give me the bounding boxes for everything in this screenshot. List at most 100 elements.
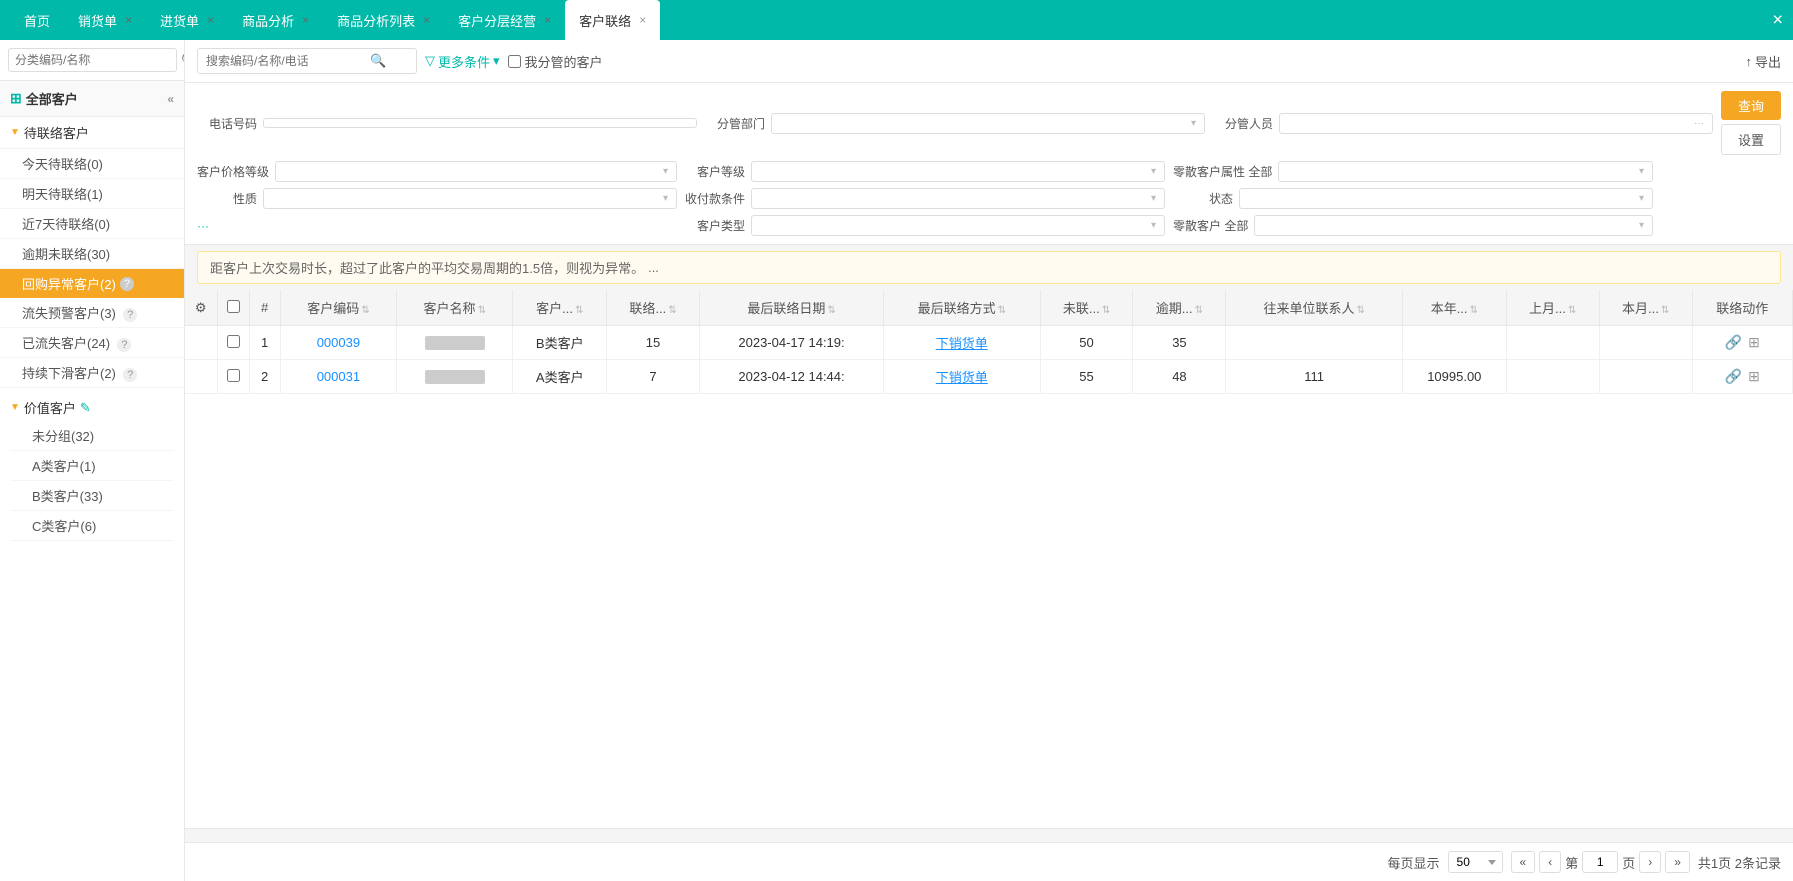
row2-link-icon[interactable]: 🔗 [1725,368,1742,385]
status-select[interactable]: ▾ [1239,188,1653,209]
sidebar-item-tomorrow[interactable]: 明天待联络(1) [0,179,184,209]
my-customers-label: 我分管的客户 [525,52,603,71]
retail-attr-select[interactable]: ▾ [1278,161,1653,182]
row1-code[interactable]: 000039 [280,326,396,360]
row1-grid-icon[interactable]: ⊞ [1748,334,1760,351]
filter-status: 状态 ▾ [1173,188,1653,209]
th-last-date[interactable]: 最后联络日期⇅ [700,290,884,326]
row2-grid-icon[interactable]: ⊞ [1748,368,1760,385]
tab-customer-contact[interactable]: 客户联络 × [565,0,660,40]
sidebar-item-ungrouped[interactable]: 未分组(32) [10,421,174,451]
th-settings[interactable]: ⚙ [185,290,217,326]
sidebar-item-overdue[interactable]: 逾期未联络(30) [0,239,184,269]
total-info: 共1页 2条记录 [1698,853,1781,872]
retail-customer-select[interactable]: ▾ [1254,215,1653,236]
sidebar-item-today[interactable]: 今天待联络(0) [0,149,184,179]
per-page-select[interactable]: 10 20 50 100 [1448,851,1503,873]
select-all-checkbox[interactable] [227,300,240,313]
first-page-button[interactable]: « [1511,851,1536,873]
page-prefix-label: 第 [1565,853,1578,872]
row2-code[interactable]: 000031 [280,360,396,394]
row1-last-month [1506,326,1599,360]
nature-select[interactable]: ▾ [263,188,677,209]
tab-product-list-close[interactable]: × [423,13,430,27]
main-search-input[interactable] [206,54,366,68]
prev-page-button[interactable]: ‹ [1539,851,1561,873]
sidebar-item-loss-warning[interactable]: 流失预警客户(3) ? [0,298,184,328]
tab-sales-close[interactable]: × [125,13,132,27]
next-page-button[interactable]: › [1639,851,1661,873]
page-number-input[interactable] [1582,851,1618,873]
tab-purchase-close[interactable]: × [207,13,214,27]
th-not-contact[interactable]: 未联...⇅ [1040,290,1133,326]
sidebar-all-customers[interactable]: ⊞ 全部客户 « [0,81,184,117]
sidebar-search-input[interactable] [8,48,177,72]
value-group-edit-icon[interactable]: ✎ [80,400,91,416]
customer-type-label: 客户类型 [685,217,745,234]
sidebar-item-class-c[interactable]: C类客户(6) [10,511,174,541]
row1-contacts [1226,326,1403,360]
last-page-button[interactable]: » [1665,851,1690,873]
th-level[interactable]: 客户...⇅ [513,290,607,326]
tab-customer-contact-close[interactable]: × [639,13,646,27]
tab-product-analysis-close[interactable]: × [302,13,309,27]
export-button[interactable]: ↑ 导出 [1745,52,1781,71]
main-search-icon[interactable]: 🔍 [370,53,386,69]
sidebar-item-declining[interactable]: 持续下滑客户(2) ? [0,358,184,388]
setting-button[interactable]: 设置 [1721,124,1781,155]
tab-home[interactable]: 首页 [10,0,64,40]
row1-last-way-link[interactable]: 下销货单 [936,336,988,351]
tab-customer-tier[interactable]: 客户分层经营 × [444,0,565,40]
sidebar-pending-group[interactable]: ▼ 待联络客户 [0,117,184,149]
repurchase-label: 回购异常客户(2) [22,274,116,293]
row2-last-way[interactable]: 下销货单 [884,360,1040,394]
phone-input[interactable] [263,118,697,128]
expand-more-button[interactable]: ··· [197,219,209,233]
window-close-button[interactable]: × [1772,10,1783,31]
customer-level-select[interactable]: ▾ [751,161,1165,182]
sidebar-item-repurchase-anomaly[interactable]: 回购异常客户(2) ? [0,269,184,298]
tooltip-text: 距客户上次交易时长，超过了此客户的平均交易周期的1.5倍，则视为异常。 [210,258,644,277]
tab-purchase[interactable]: 进货单 × [146,0,228,40]
th-last-way[interactable]: 最后联络方式⇅ [884,290,1040,326]
sidebar-item-class-b[interactable]: B类客户(33) [10,481,174,511]
more-filters-label: 更多条件 [438,52,490,71]
my-customers-checkbox[interactable] [508,55,521,68]
data-table: ⚙ # 客户编码⇅ 客户名称⇅ 客户...⇅ 联络...⇅ 最后联络日期⇅ 最后… [185,290,1793,394]
sidebar-item-lost[interactable]: 已流失客户(24) ? [0,328,184,358]
th-contacts[interactable]: 往来单位联系人⇅ [1226,290,1403,326]
tab-product-analysis[interactable]: 商品分析 × [228,0,323,40]
th-contact[interactable]: 联络...⇅ [607,290,700,326]
th-last-month[interactable]: 上月...⇅ [1506,290,1599,326]
table-header: ⚙ # 客户编码⇅ 客户名称⇅ 客户...⇅ 联络...⇅ 最后联络日期⇅ 最后… [185,290,1793,326]
th-this-month[interactable]: 本月...⇅ [1599,290,1692,326]
customer-type-select[interactable]: ▾ [751,215,1165,236]
th-this-year[interactable]: 本年...⇅ [1402,290,1506,326]
dept-select[interactable]: ▾ [771,113,1205,134]
more-filters-button[interactable]: ▽ 更多条件 ▾ [425,52,500,71]
manager-select[interactable]: ··· [1279,113,1713,134]
th-overdue[interactable]: 逾期...⇅ [1133,290,1226,326]
th-code[interactable]: 客户编码⇅ [280,290,396,326]
tab-sales[interactable]: 销货单 × [64,0,146,40]
tab-customer-tier-close[interactable]: × [544,13,551,27]
th-name[interactable]: 客户名称⇅ [397,290,513,326]
row1-link-icon[interactable]: 🔗 [1725,334,1742,351]
table-body: 1 000039 B类客户 15 2023-04-17 14:19: 下销货单 … [185,326,1793,394]
sidebar-item-class-a[interactable]: A类客户(1) [10,451,174,481]
horizontal-scrollbar[interactable] [185,828,1793,842]
payment-select[interactable]: ▾ [751,188,1165,209]
tab-product-list[interactable]: 商品分析列表 × [323,0,444,40]
sidebar-item-7days[interactable]: 近7天待联络(0) [0,209,184,239]
row2-last-way-link[interactable]: 下销货单 [936,370,988,385]
row1-name [397,326,513,360]
query-button[interactable]: 查询 [1721,91,1781,120]
row1-last-way[interactable]: 下销货单 [884,326,1040,360]
price-level-select[interactable]: ▾ [275,161,677,182]
row1-checkbox[interactable] [227,335,240,348]
repurchase-hint-icon: ? [120,277,134,291]
class-a-label: A类客户(1) [32,459,96,474]
sidebar-collapse-icon[interactable]: « [167,92,174,106]
ungrouped-label: 未分组(32) [32,429,94,444]
row2-checkbox[interactable] [227,369,240,382]
